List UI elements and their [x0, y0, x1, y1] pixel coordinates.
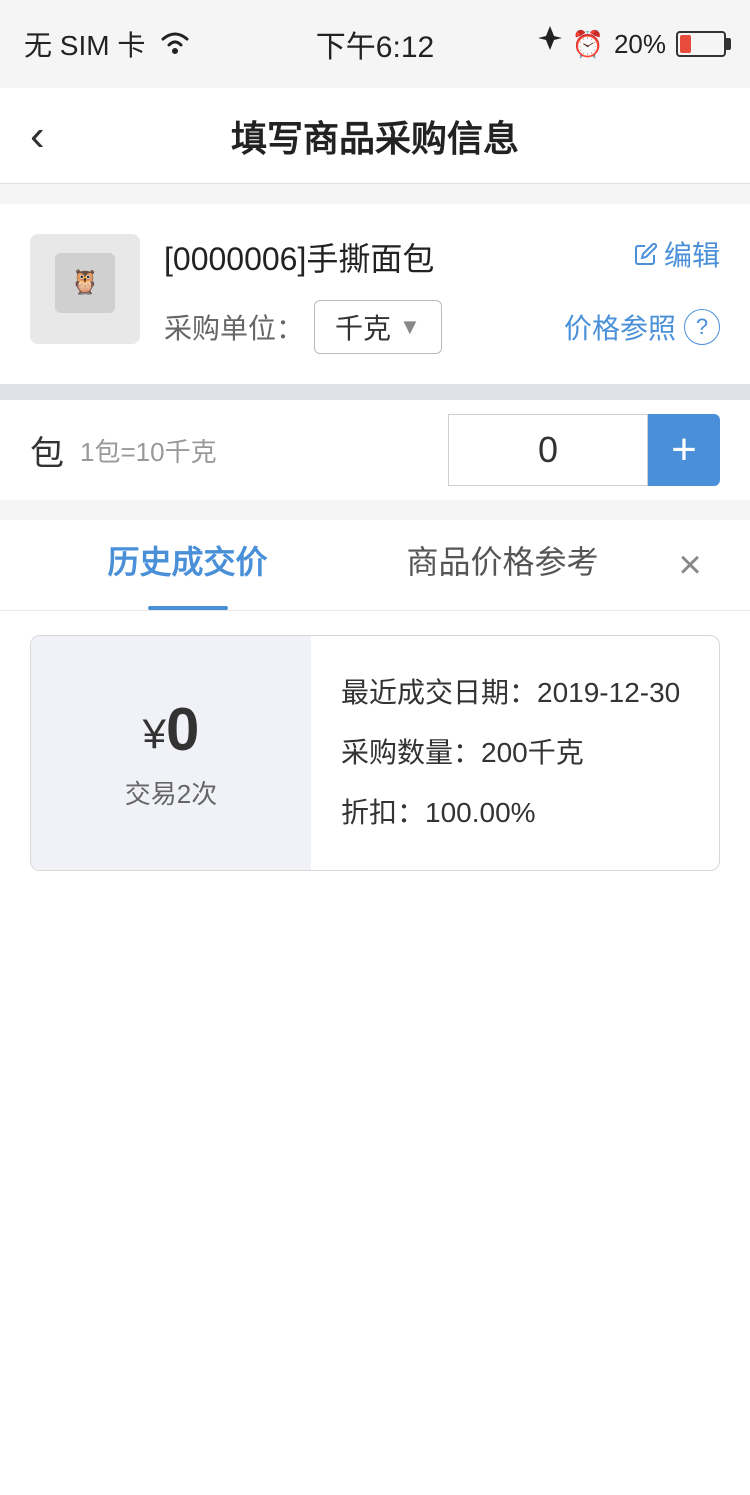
wifi-icon — [157, 27, 193, 62]
page-title: 填写商品采购信息 — [231, 110, 519, 162]
tab-history-label: 历史成交价 — [107, 537, 267, 593]
tab-price-ref-label: 商品价格参考 — [406, 537, 598, 593]
carrier-label: 无 SIM 卡 — [24, 24, 145, 64]
status-bar: 无 SIM 卡 下午6:12 ⏰ 20% — [0, 0, 750, 88]
quantity-row: 包 1包=10千克 + — [0, 400, 750, 500]
unit-box-label: 包 — [30, 426, 64, 475]
alarm-icon: ⏰ — [572, 29, 604, 60]
unit-conversion-label: 1包=10千克 — [80, 432, 217, 469]
history-trade-count: 交易2次 — [125, 774, 217, 811]
quantity-unit-info: 包 1包=10千克 — [30, 426, 217, 475]
quantity-detail-value: 200千克 — [481, 737, 584, 768]
status-left: 无 SIM 卡 — [24, 24, 193, 64]
history-price-display: ¥0 — [143, 695, 200, 764]
history-price-symbol: ¥ — [143, 710, 166, 757]
product-unit-row: 采购单位： 千克 ▼ 价格参照 ? — [164, 300, 720, 354]
recent-date-value: 2019-12-30 — [537, 677, 680, 708]
quantity-detail-label: 采购数量： — [341, 737, 481, 768]
tabs-container: 历史成交价 商品价格参考 × — [0, 520, 750, 611]
nav-bar: ‹ 填写商品采购信息 — [0, 88, 750, 184]
battery-percent: 20% — [614, 29, 666, 60]
location-icon — [538, 26, 562, 63]
status-right: ⏰ 20% — [538, 26, 726, 63]
close-button[interactable]: × — [660, 535, 720, 595]
history-discount-row: 折扣：100.00% — [341, 792, 689, 834]
dropdown-arrow-icon: ▼ — [399, 314, 421, 340]
recent-date-label: 最近成交日期： — [341, 677, 537, 708]
tabs-row: 历史成交价 商品价格参考 × — [0, 520, 750, 610]
bottom-area — [0, 895, 750, 1495]
product-name: [0000006]手撕面包 — [164, 234, 434, 280]
tab-underline — [148, 606, 228, 610]
quantity-plus-button[interactable]: + — [648, 414, 720, 486]
product-thumbnail: 🦉 — [30, 234, 140, 344]
history-detail-section: 最近成交日期：2019-12-30 采购数量：200千克 折扣：100.00% — [311, 636, 719, 870]
product-card: 🦉 [0000006]手撕面包 编辑 采购单位： 千克 ▼ — [0, 204, 750, 384]
price-ref-help-icon: ? — [684, 309, 720, 345]
history-price-section: ¥0 交易2次 — [31, 636, 311, 870]
quantity-input-group: + — [448, 414, 720, 486]
tab-history-price[interactable]: 历史成交价 — [30, 520, 345, 610]
svg-text:🦉: 🦉 — [70, 269, 100, 296]
discount-label: 折扣： — [341, 797, 425, 828]
history-date-row: 最近成交日期：2019-12-30 — [341, 672, 689, 714]
unit-label: 采购单位： — [164, 307, 304, 347]
unit-value: 千克 — [335, 307, 391, 347]
back-button[interactable]: ‹ — [30, 114, 45, 158]
price-ref-button[interactable]: 价格参照 ? — [564, 307, 720, 347]
plus-icon: + — [671, 425, 697, 475]
battery-icon — [676, 31, 726, 57]
edit-button[interactable]: 编辑 — [634, 234, 720, 274]
history-quantity-row: 采购数量：200千克 — [341, 732, 689, 774]
history-card-wrap: ¥0 交易2次 最近成交日期：2019-12-30 采购数量：200千克 折扣：… — [0, 611, 750, 895]
product-thumb-icon: 🦉 — [50, 248, 120, 330]
close-icon: × — [678, 543, 701, 588]
quantity-input[interactable] — [448, 414, 648, 486]
status-time: 下午6:12 — [316, 22, 434, 66]
price-ref-label: 价格参照 — [564, 307, 676, 347]
edit-label: 编辑 — [664, 234, 720, 274]
unit-select[interactable]: 千克 ▼ — [314, 300, 442, 354]
section-divider — [0, 384, 750, 400]
product-header: [0000006]手撕面包 编辑 — [164, 234, 720, 280]
discount-value: 100.00% — [425, 797, 536, 828]
product-info: [0000006]手撕面包 编辑 采购单位： 千克 ▼ 价格参照 ? — [164, 234, 720, 354]
history-price-value: 0 — [166, 696, 199, 763]
history-card: ¥0 交易2次 最近成交日期：2019-12-30 采购数量：200千克 折扣：… — [30, 635, 720, 871]
tab-price-ref[interactable]: 商品价格参考 — [345, 520, 660, 610]
